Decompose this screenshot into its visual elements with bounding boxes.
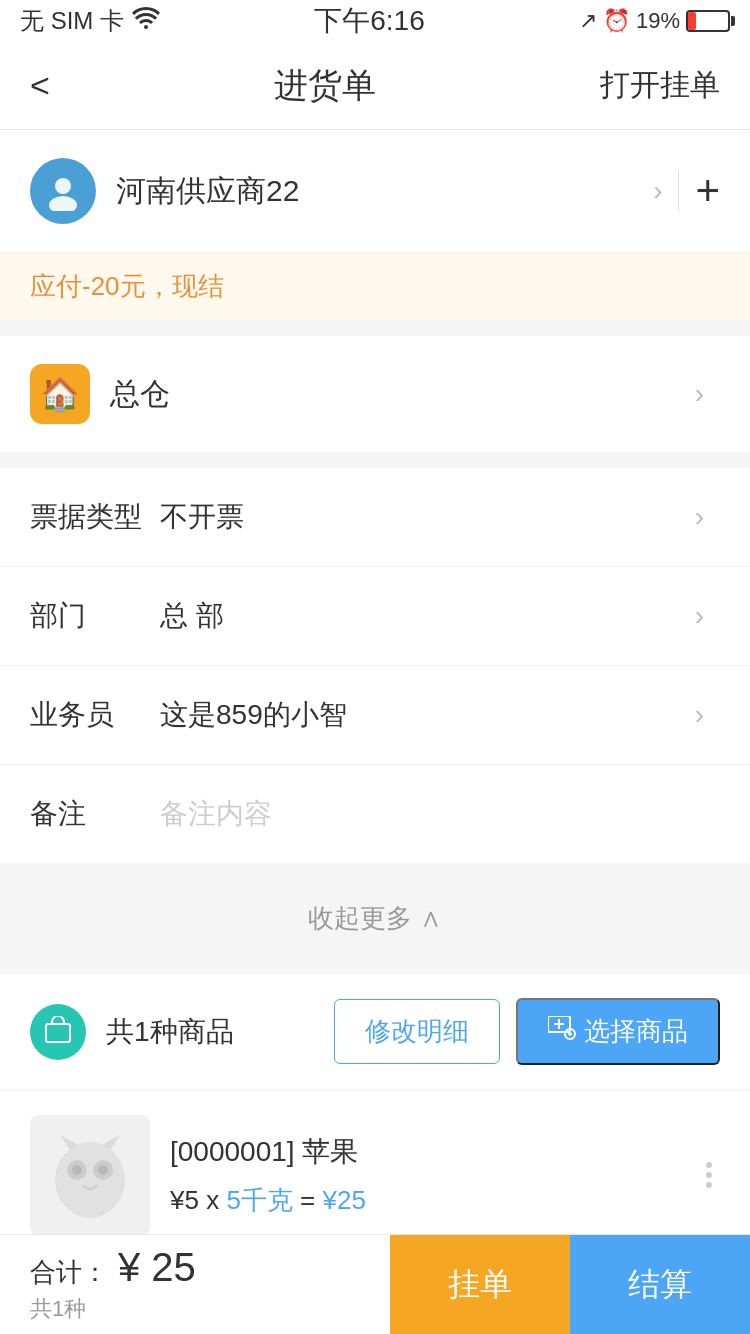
- footer-count: 共1种: [30, 1294, 360, 1324]
- battery-icon: [686, 10, 730, 32]
- content: 河南供应商22 › + 应付-20元，现结 🏠 总仓 › 票据类型 不开票 › …: [0, 130, 750, 1334]
- status-time: 下午6:16: [314, 2, 425, 40]
- battery-percent: 19%: [636, 8, 680, 34]
- remark-label: 备注: [30, 795, 160, 833]
- warehouse-section: 🏠 总仓 ›: [0, 336, 750, 452]
- total-label: 合计：: [30, 1255, 108, 1290]
- salesman-label: 业务员: [30, 696, 160, 734]
- payment-notice: 应付-20元，现结: [0, 253, 750, 320]
- ticket-type-value: 不开票: [160, 498, 695, 536]
- quantity: 5千克: [226, 1185, 292, 1215]
- supplier-name: 河南供应商22: [116, 171, 653, 212]
- divider: [678, 171, 679, 211]
- supplier-section: 河南供应商22 › + 应付-20元，现结: [0, 130, 750, 320]
- warehouse-icon: 🏠: [30, 364, 90, 424]
- select-product-label: 选择商品: [584, 1014, 688, 1049]
- status-right: ↗ ⏰ 19%: [579, 8, 730, 34]
- total-value: ¥ 25: [118, 1245, 196, 1290]
- footer-total: 合计： ¥ 25 共1种: [0, 1245, 390, 1324]
- add-supplier-button[interactable]: +: [695, 167, 720, 215]
- multiply-sign: x: [206, 1185, 219, 1215]
- svg-point-1: [49, 196, 77, 211]
- department-value: 总 部: [160, 597, 695, 635]
- status-left: 无 SIM 卡: [20, 5, 160, 37]
- select-product-button[interactable]: 选择商品: [516, 998, 720, 1065]
- department-label: 部门: [30, 597, 160, 635]
- salesman-row[interactable]: 业务员 这是859的小智 ›: [0, 666, 750, 765]
- nav-bar: < 进货单 打开挂单: [0, 42, 750, 130]
- checkout-button[interactable]: 结算: [570, 1235, 750, 1335]
- svg-point-5: [55, 1142, 125, 1218]
- remark-input[interactable]: 备注内容: [160, 795, 720, 833]
- select-product-icon: [548, 1016, 576, 1047]
- footer: 合计： ¥ 25 共1种 挂单 结算: [0, 1234, 750, 1334]
- total-row: 合计： ¥ 25: [30, 1245, 360, 1290]
- chevron-right-icon: ›: [695, 600, 704, 632]
- chevron-right-icon: ›: [695, 501, 704, 533]
- products-count: 共1种商品: [106, 1013, 334, 1051]
- svg-point-0: [55, 178, 71, 194]
- product-info: [0000001] 苹果 ¥5 x 5千克 = ¥25: [170, 1133, 678, 1218]
- equals-sign: =: [300, 1185, 315, 1215]
- product-thumbnail: [30, 1115, 150, 1235]
- carrier-label: 无 SIM 卡: [20, 5, 124, 37]
- products-header: 共1种商品 修改明细 选择商品: [0, 974, 750, 1089]
- svg-point-8: [72, 1165, 82, 1175]
- status-bar: 无 SIM 卡 下午6:16 ↗ ⏰ 19%: [0, 0, 750, 42]
- pending-button[interactable]: 挂单: [390, 1235, 570, 1335]
- wifi-icon: [132, 7, 160, 35]
- product-name: [0000001] 苹果: [170, 1133, 678, 1171]
- salesman-value: 这是859的小智: [160, 696, 695, 734]
- svg-point-9: [98, 1165, 108, 1175]
- alarm-icon: ⏰: [603, 8, 630, 34]
- product-price: ¥5 x 5千克 = ¥25: [170, 1183, 678, 1218]
- remark-row[interactable]: 备注 备注内容: [0, 765, 750, 863]
- collapse-toggle[interactable]: 收起更多 ∧: [0, 879, 750, 958]
- line-total: ¥25: [323, 1185, 366, 1215]
- products-icon: [30, 1004, 86, 1060]
- chevron-right-icon: ›: [695, 378, 704, 410]
- warehouse-row[interactable]: 🏠 总仓 ›: [0, 336, 750, 452]
- department-row[interactable]: 部门 总 部 ›: [0, 567, 750, 666]
- location-icon: ↗: [579, 8, 597, 34]
- product-more-button[interactable]: [698, 1154, 720, 1196]
- unit-price: ¥5: [170, 1185, 199, 1215]
- chevron-right-icon: ›: [653, 175, 662, 207]
- chevron-right-icon: ›: [695, 699, 704, 731]
- warehouse-name: 总仓: [110, 374, 695, 415]
- supplier-avatar: [30, 158, 96, 224]
- ticket-type-label: 票据类型: [30, 498, 160, 536]
- open-pending-button[interactable]: 打开挂单: [600, 65, 720, 106]
- page-title: 进货单: [274, 63, 376, 109]
- supplier-row[interactable]: 河南供应商22 › +: [0, 130, 750, 253]
- ticket-type-row[interactable]: 票据类型 不开票 ›: [0, 468, 750, 567]
- svg-rect-2: [46, 1024, 70, 1042]
- form-section: 票据类型 不开票 › 部门 总 部 › 业务员 这是859的小智 › 备注 备注…: [0, 468, 750, 863]
- edit-details-button[interactable]: 修改明细: [334, 999, 500, 1064]
- back-button[interactable]: <: [30, 66, 50, 105]
